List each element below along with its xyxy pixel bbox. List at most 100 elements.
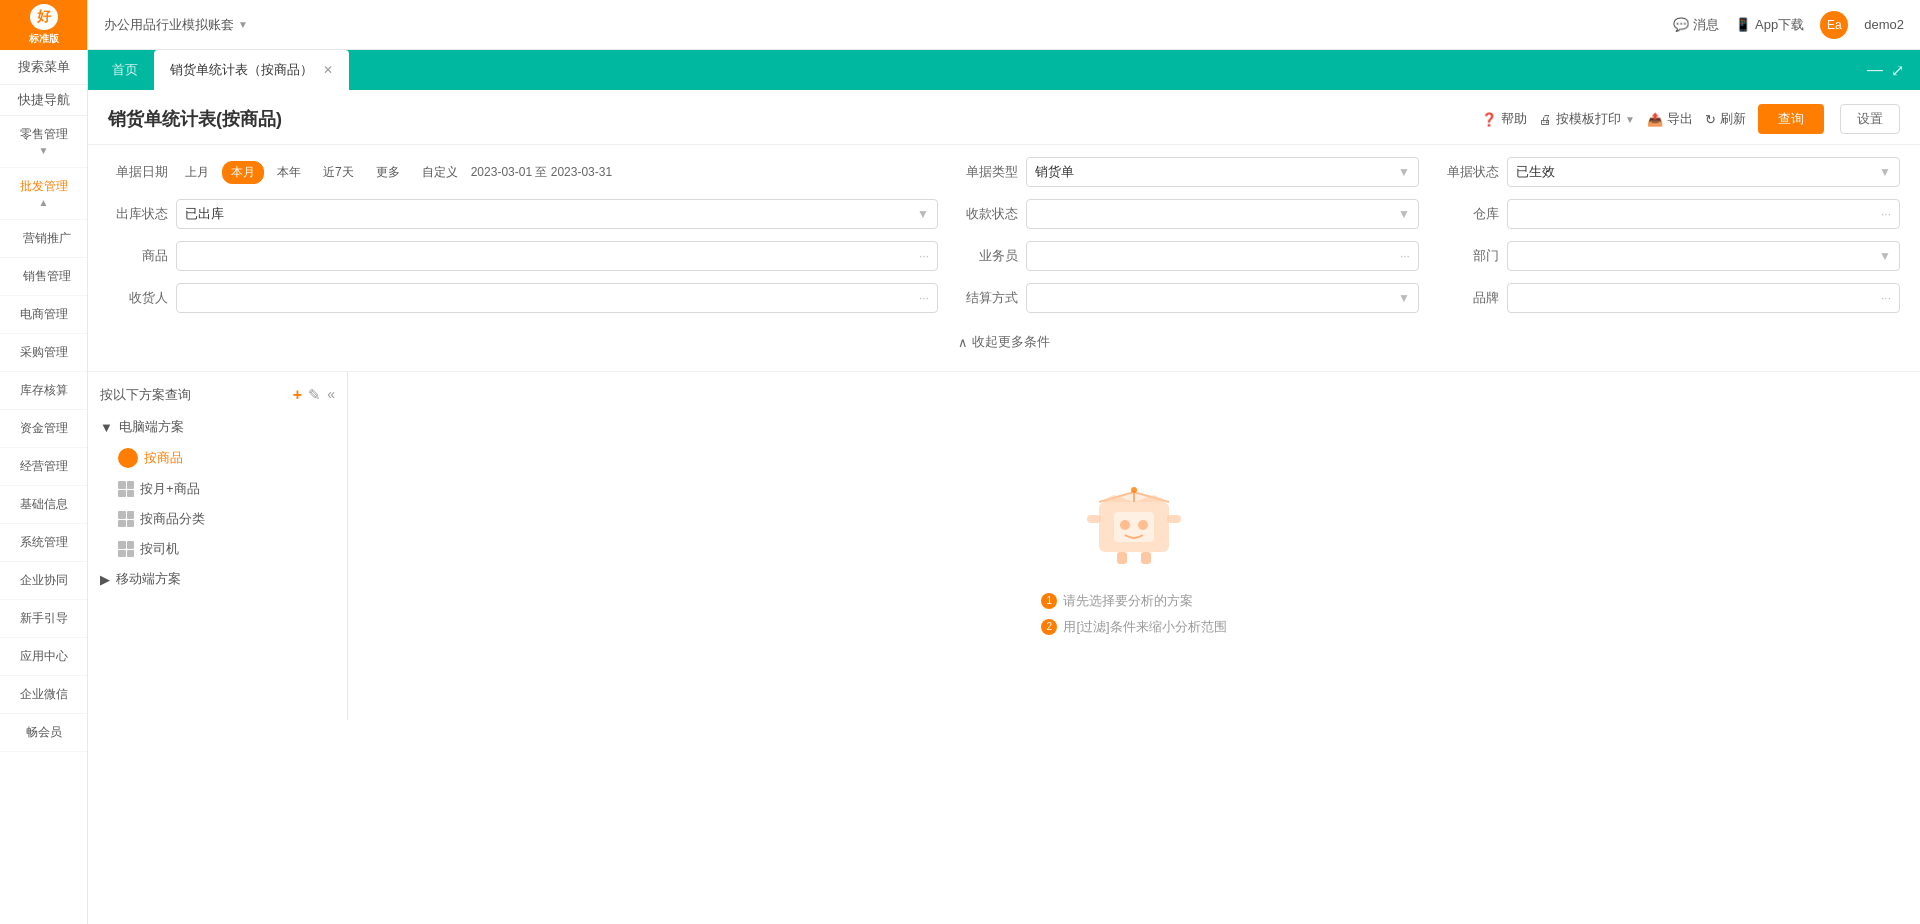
sidebar-item-finance[interactable]: 资金管理 xyxy=(0,410,87,448)
tab-stat-label: 销货单统计表（按商品） xyxy=(170,61,313,79)
grid-icon-3 xyxy=(118,541,134,557)
sidebar-item-sub2[interactable]: 销售管理 xyxy=(0,258,87,296)
tab-minimize-icon[interactable]: — xyxy=(1867,61,1883,79)
tree-pc-arrow: ▼ xyxy=(100,420,113,435)
tab-expand-icon[interactable]: ⤢ xyxy=(1891,61,1904,80)
svg-rect-7 xyxy=(1141,552,1151,564)
sidebar-item-mgmt[interactable]: 经营管理 xyxy=(0,448,87,486)
app-selector[interactable]: 办公用品行业模拟账套 ▼ xyxy=(104,16,248,34)
sidebar-quick-nav: 快捷导航 xyxy=(0,85,87,116)
app-download-button[interactable]: 📱 App下载 xyxy=(1735,16,1804,34)
quick-nav-label[interactable]: 快捷导航 xyxy=(18,92,70,107)
filter-section: 单据日期 上月 本月 本年 近7天 更多 自定义 2023-03-01 至 20… xyxy=(88,145,1920,372)
settings-button[interactable]: 设置 xyxy=(1840,104,1900,134)
refresh-button[interactable]: ↻ 刷新 xyxy=(1705,110,1746,128)
filter-doc-status: 单据状态 已生效 ▼ xyxy=(1439,157,1900,187)
date-label: 单据日期 xyxy=(108,163,168,181)
app-selector-label: 办公用品行业模拟账套 xyxy=(104,16,234,34)
doc-type-value: 销货单 xyxy=(1035,163,1074,181)
search-menu-label[interactable]: 搜索菜单 xyxy=(6,58,81,76)
username-label[interactable]: demo2 xyxy=(1864,17,1904,32)
date-tag-more[interactable]: 更多 xyxy=(367,161,409,184)
tree-item-by-cat[interactable]: 按商品分类 xyxy=(88,504,347,534)
receiver-label: 收货人 xyxy=(108,289,168,307)
print-button[interactable]: 🖨 按模板打印 ▼ xyxy=(1539,110,1635,128)
empty-illustration xyxy=(1074,452,1194,572)
page-actions: ❓ 帮助 🖨 按模板打印 ▼ 📤 导出 ↻ 刷新 查询 xyxy=(1481,104,1900,134)
tab-home[interactable]: 首页 xyxy=(96,50,154,90)
svg-rect-9 xyxy=(1167,515,1181,523)
mobile-icon: 📱 xyxy=(1735,17,1751,32)
message-button[interactable]: 💬 消息 xyxy=(1673,16,1719,34)
tree-item-by-month-goods[interactable]: 按月+商品 xyxy=(88,474,347,504)
svg-point-3 xyxy=(1138,520,1148,530)
sidebar-item-sys[interactable]: 系统管理 xyxy=(0,524,87,562)
sidebar-item-wechat[interactable]: 企业微信 xyxy=(0,676,87,714)
svg-point-5 xyxy=(1131,487,1137,493)
page-title: 销货单统计表(按商品) xyxy=(108,107,282,131)
tree-section-mobile[interactable]: ▶ 移动端方案 xyxy=(88,564,347,594)
brand-input[interactable]: ··· xyxy=(1507,283,1900,313)
date-tag-custom[interactable]: 自定义 xyxy=(413,161,467,184)
date-tag-this-month[interactable]: 本月 xyxy=(222,161,264,184)
sidebar-item-stock[interactable]: 库存核算 xyxy=(0,372,87,410)
doc-status-input[interactable]: 已生效 ▼ xyxy=(1507,157,1900,187)
sidebar-item-ecom[interactable]: 电商管理 xyxy=(0,296,87,334)
sidebar-item-apps[interactable]: 应用中心 xyxy=(0,638,87,676)
date-tag-last-month[interactable]: 上月 xyxy=(176,161,218,184)
header-left: 办公用品行业模拟账套 ▼ xyxy=(104,16,248,34)
filter-brand: 品牌 ··· xyxy=(1439,283,1900,313)
edit-scheme-icon[interactable]: ✎ xyxy=(308,386,321,404)
sidebar: 好 标准版 搜索菜单 快捷导航 零售管理 ▼ 批发管理 ▲ 营销推广 销售管理 … xyxy=(0,0,88,924)
add-scheme-icon[interactable]: + xyxy=(293,386,302,404)
sidebar-item-guide[interactable]: 新手引导 xyxy=(0,600,87,638)
sidebar-item-wholesale[interactable]: 批发管理 ▲ xyxy=(0,168,87,220)
empty-step-1: 1 请先选择要分析的方案 xyxy=(1041,588,1226,614)
tab-stat[interactable]: 销货单统计表（按商品） ✕ xyxy=(154,50,349,90)
help-button[interactable]: ❓ 帮助 xyxy=(1481,110,1527,128)
settle-label: 结算方式 xyxy=(958,289,1018,307)
tree-item-by-driver[interactable]: 按司机 xyxy=(88,534,347,564)
settle-arrow: ▼ xyxy=(1398,291,1410,305)
date-tag-this-year[interactable]: 本年 xyxy=(268,161,310,184)
filter-inner: 单据日期 上月 本月 本年 近7天 更多 自定义 2023-03-01 至 20… xyxy=(88,145,1920,372)
left-panel-title: 按以下方案查询 xyxy=(100,386,191,404)
sidebar-item-retail[interactable]: 零售管理 ▼ xyxy=(0,116,87,168)
sidebar-item-corp[interactable]: 企业协同 xyxy=(0,562,87,600)
collect-arrow: ▼ xyxy=(1398,207,1410,221)
out-status-input[interactable]: 已出库 ▼ xyxy=(176,199,938,229)
tab-close-icon[interactable]: ✕ xyxy=(323,63,333,77)
doc-type-input[interactable]: 销货单 ▼ xyxy=(1026,157,1419,187)
tree-mobile-label: 移动端方案 xyxy=(116,570,181,588)
content-area: 按以下方案查询 + ✎ « ▼ 电脑端方案 按商品 xyxy=(88,372,1920,720)
tree-item-by-driver-label: 按司机 xyxy=(140,540,179,558)
header-right: 💬 消息 📱 App下载 Ea demo2 xyxy=(1673,11,1904,39)
warehouse-input[interactable]: ··· xyxy=(1507,199,1900,229)
staff-input[interactable]: ··· xyxy=(1026,241,1419,271)
sidebar-item-sub1[interactable]: 营销推广 xyxy=(0,220,87,258)
collapse-panel-icon[interactable]: « xyxy=(327,386,335,404)
tree-item-by-goods[interactable]: 按商品 xyxy=(88,442,347,474)
sidebar-item-base[interactable]: 基础信息 xyxy=(0,486,87,524)
filter-row-2: 出库状态 已出库 ▼ 收款状态 ▼ xyxy=(108,199,1900,229)
collapse-up-icon: ∧ xyxy=(958,335,968,350)
collapse-button[interactable]: ∧ 收起更多条件 xyxy=(108,325,1900,359)
filter-settle: 结算方式 ▼ xyxy=(958,283,1419,313)
settle-input[interactable]: ▼ xyxy=(1026,283,1419,313)
tab-home-label: 首页 xyxy=(112,61,138,79)
sidebar-item-member[interactable]: 畅会员 xyxy=(0,714,87,752)
collect-input[interactable]: ▼ xyxy=(1026,199,1419,229)
goods-input[interactable]: ··· xyxy=(176,241,938,271)
dept-input[interactable]: ▼ xyxy=(1507,241,1900,271)
export-button[interactable]: 📤 导出 xyxy=(1647,110,1693,128)
date-tag-7days[interactable]: 近7天 xyxy=(314,161,363,184)
step-num-2: 2 xyxy=(1041,619,1057,635)
tree-section-pc[interactable]: ▼ 电脑端方案 xyxy=(88,412,347,442)
sidebar-item-purchase[interactable]: 采购管理 xyxy=(0,334,87,372)
tab-bar-actions: — ⤢ xyxy=(1867,61,1912,80)
receiver-input[interactable]: ··· xyxy=(176,283,938,313)
empty-step-2-label: 用[过滤]条件来缩小分析范围 xyxy=(1063,614,1226,640)
out-status-value: 已出库 xyxy=(185,205,224,223)
query-button[interactable]: 查询 xyxy=(1758,104,1824,134)
grid-icon-2 xyxy=(118,511,134,527)
